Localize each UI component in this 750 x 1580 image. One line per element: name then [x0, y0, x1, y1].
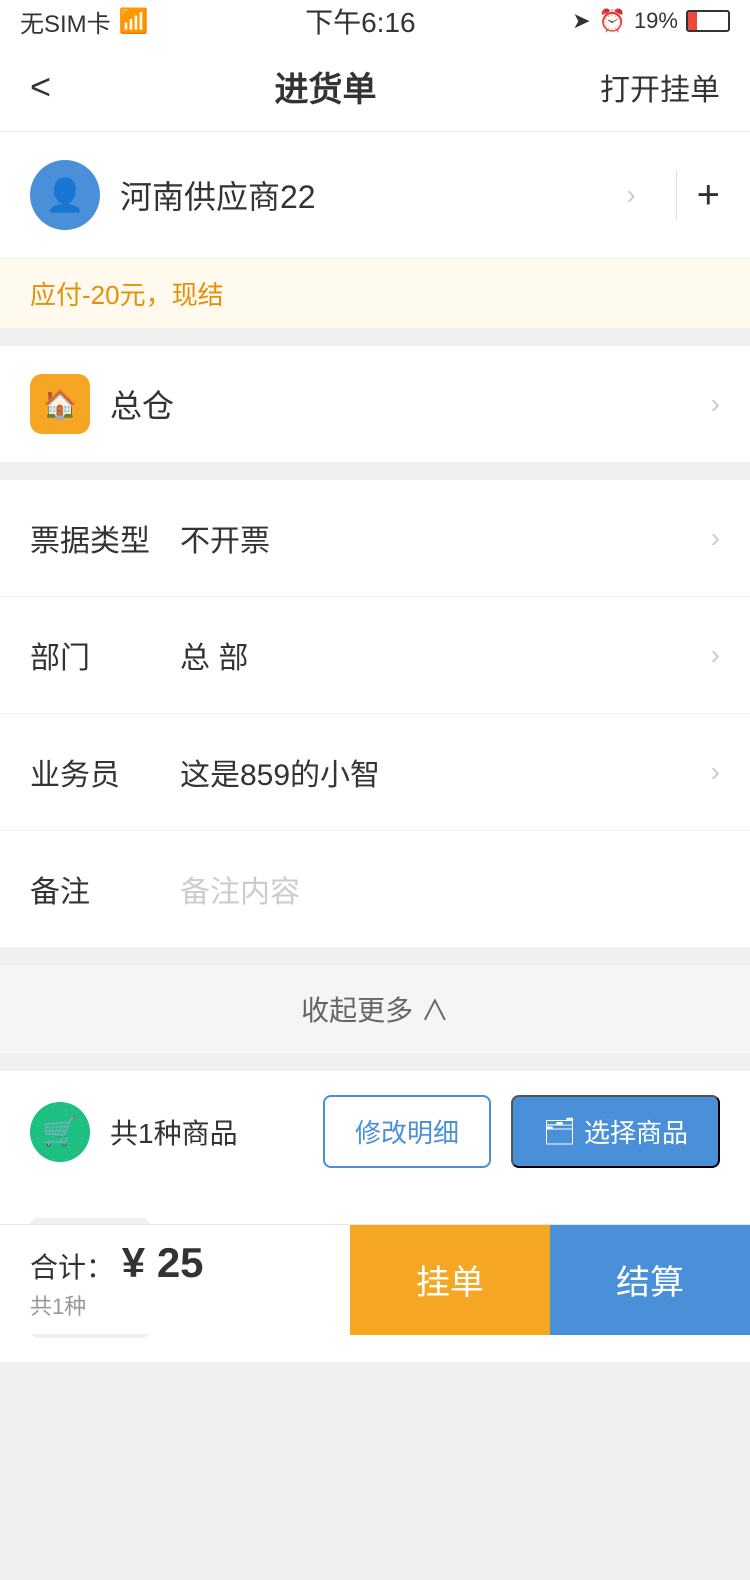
collapse-label: 收起更多 ∧ [301, 995, 449, 1026]
alarm-icon: ⏰ [599, 8, 626, 34]
invoice-type-label: 票据类型 [30, 516, 160, 560]
supplier-name: 河南供应商22 [120, 172, 626, 218]
product-count-text: 共1种商品 [110, 1112, 303, 1152]
salesperson-label: 业务员 [30, 750, 160, 794]
location-icon: ➤ [572, 8, 590, 34]
status-left: 无SIM卡 📶 [20, 4, 149, 39]
warehouse-icon: 🏠 [30, 374, 90, 434]
total-count: 共1种 [30, 1289, 320, 1321]
salesperson-arrow-icon: › [711, 756, 720, 788]
supplier-row[interactable]: 👤 河南供应商22 › + [0, 132, 750, 259]
battery-icon [686, 10, 730, 32]
add-supplier-button[interactable]: + [697, 173, 720, 218]
avatar-icon: 👤 [45, 176, 85, 214]
salesperson-row[interactable]: 业务员 这是859的小智 › [0, 714, 750, 831]
battery-text: 19% [634, 8, 678, 34]
invoice-type-value: 不开票 [180, 516, 711, 560]
supplier-arrow-icon: › [626, 179, 635, 211]
department-arrow-icon: › [711, 639, 720, 671]
cart-icon: 🛒 [43, 1115, 78, 1148]
remark-label: 备注 [30, 867, 160, 911]
warehouse-row[interactable]: 🏠 总仓 › [0, 346, 750, 462]
total-amount: ¥ 25 [122, 1239, 204, 1286]
product-header: 🛒 共1种商品 修改明细 🗂 选择商品 [0, 1071, 750, 1192]
bottom-bar: 合计： ¥ 25 共1种 挂单 结算 [0, 1224, 750, 1334]
notice-text: 应付-20元，现结 [30, 280, 224, 310]
warehouse-arrow-icon: › [711, 388, 720, 420]
invoice-type-row[interactable]: 票据类型 不开票 › [0, 480, 750, 597]
select-product-label: 选择商品 [584, 1113, 688, 1150]
department-value: 总 部 [180, 633, 711, 677]
page-title: 进货单 [275, 62, 377, 111]
select-product-button[interactable]: 🗂 选择商品 [511, 1095, 720, 1168]
back-button[interactable]: < [30, 66, 51, 108]
hang-button[interactable]: 挂单 [350, 1225, 550, 1335]
department-row[interactable]: 部门 总 部 › [0, 597, 750, 714]
supplier-avatar: 👤 [30, 160, 100, 230]
collapse-bar[interactable]: 收起更多 ∧ [0, 965, 750, 1053]
department-label: 部门 [30, 633, 160, 677]
divider [676, 170, 677, 220]
supplier-section: 👤 河南供应商22 › + 应付-20元，现结 [0, 132, 750, 328]
product-count-icon: 🛒 [30, 1102, 90, 1162]
bottom-spacer [0, 1380, 750, 1580]
total-label: 合计： [30, 1252, 114, 1283]
invoice-type-arrow-icon: › [711, 522, 720, 554]
remark-row[interactable]: 备注 备注内容 [0, 831, 750, 947]
status-time: 下午6:16 [305, 1, 416, 41]
status-right: ➤ ⏰ 19% [572, 8, 730, 34]
form-section: 票据类型 不开票 › 部门 总 部 › 业务员 这是859的小智 › 备注 备注… [0, 480, 750, 947]
nav-bar: < 进货单 打开挂单 [0, 42, 750, 132]
notice-bar: 应付-20元，现结 [0, 259, 750, 328]
salesperson-value: 这是859的小智 [180, 750, 711, 794]
carrier-text: 无SIM卡 [20, 4, 111, 39]
open-hang-button[interactable]: 打开挂单 [600, 65, 720, 109]
remark-input[interactable]: 备注内容 [180, 867, 720, 911]
select-product-icon: 🗂 [543, 1116, 576, 1147]
edit-detail-button[interactable]: 修改明细 [323, 1095, 491, 1168]
total-label-row: 合计： ¥ 25 [30, 1239, 320, 1287]
status-bar: 无SIM卡 📶 下午6:16 ➤ ⏰ 19% [0, 0, 750, 42]
warehouse-section: 🏠 总仓 › [0, 346, 750, 462]
wifi-icon: 📶 [119, 7, 149, 36]
total-area: 合计： ¥ 25 共1种 [0, 1239, 350, 1321]
warehouse-name: 总仓 [110, 381, 711, 427]
checkout-button[interactable]: 结算 [550, 1225, 750, 1335]
